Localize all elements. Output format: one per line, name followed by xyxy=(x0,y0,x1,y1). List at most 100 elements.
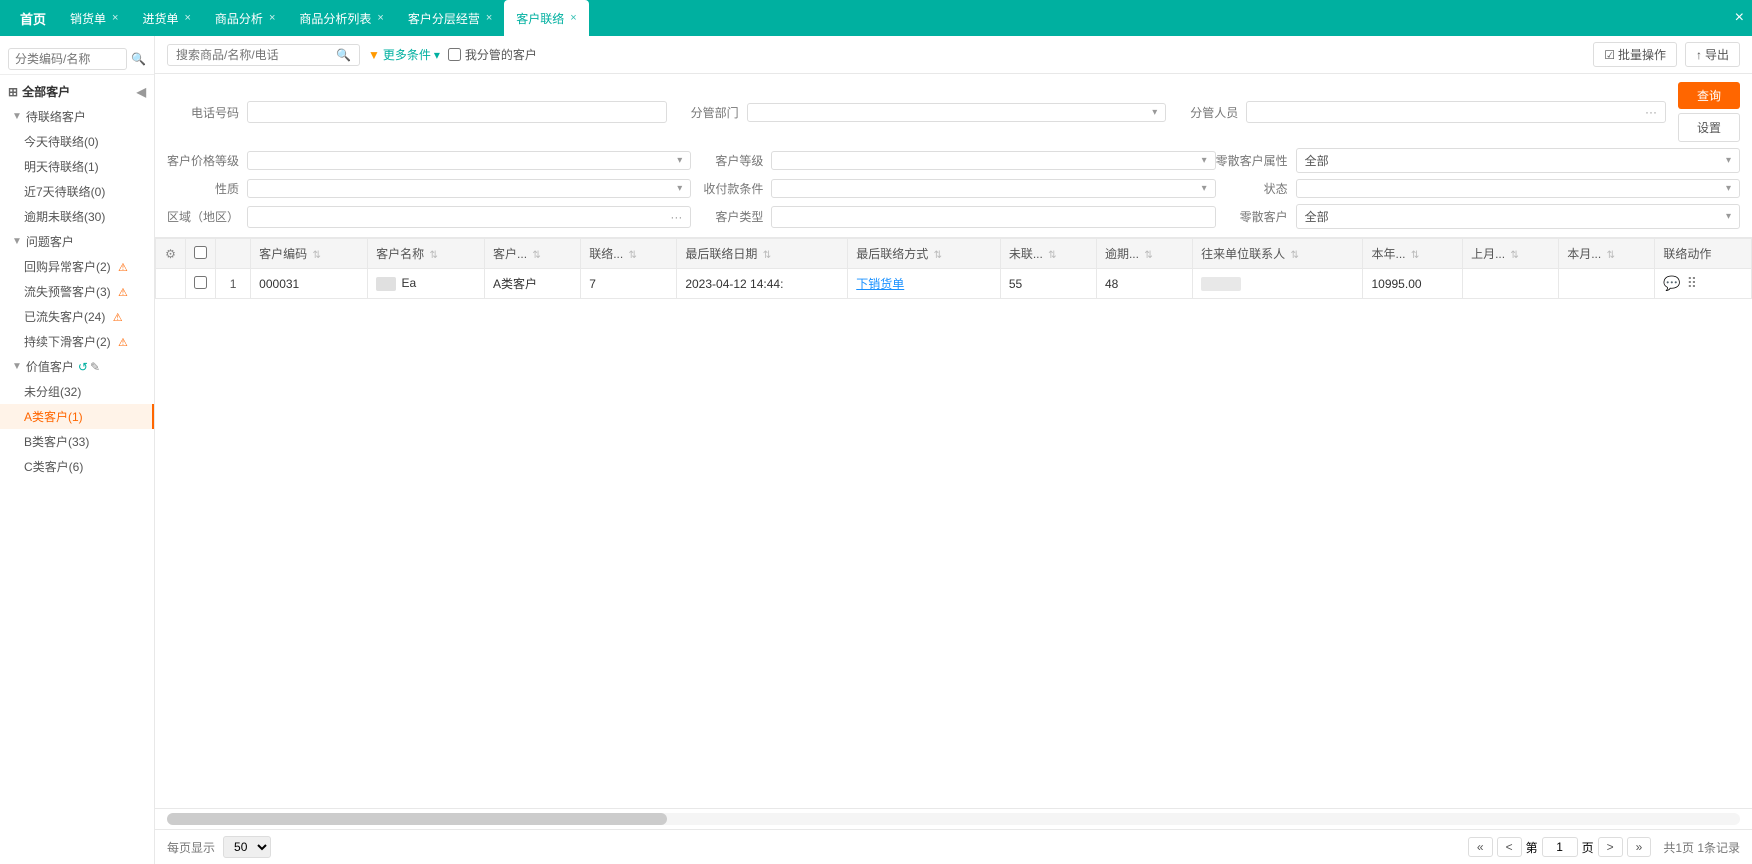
sidebar-item-b-class[interactable]: B类客户(33) xyxy=(0,429,154,454)
adv-dept-field: 分管部门 ▾ xyxy=(667,103,1167,122)
collapse-icon[interactable]: ◀ xyxy=(137,85,146,99)
sidebar-search-icon[interactable]: 🔍 xyxy=(131,52,146,66)
nav-tab-purchase[interactable]: 进货单 × xyxy=(130,0,202,36)
close-purchase-icon[interactable]: × xyxy=(184,12,190,24)
first-page-btn[interactable]: « xyxy=(1468,837,1493,857)
sort-this-year-icon[interactable]: ⇅ xyxy=(1411,250,1419,261)
edit-icon[interactable]: ✎ xyxy=(90,360,100,374)
adv-dept-label: 分管部门 xyxy=(667,104,747,121)
sidebar-item-churned[interactable]: 已流失客户(24) ⚠ xyxy=(0,304,154,329)
page-num-input[interactable] xyxy=(1542,837,1578,857)
adv-status-select[interactable]: ▾ xyxy=(1296,179,1740,198)
sidebar-group-problem[interactable]: ▼ 问题客户 xyxy=(0,229,154,254)
filter-icon: ▼ xyxy=(368,48,380,62)
nav-tab-home[interactable]: 首页 xyxy=(8,0,58,36)
sidebar-item-a-class[interactable]: A类客户(1) xyxy=(0,404,154,429)
sort-overdue-icon[interactable]: ⇅ xyxy=(1144,250,1152,261)
my-customers-checkbox[interactable] xyxy=(448,48,461,61)
dots-icon2[interactable]: ··· xyxy=(670,210,682,224)
filter-more-btn[interactable]: ▼ 更多条件 ▾ xyxy=(368,46,440,63)
row-action-icons: 💬 ⠿ xyxy=(1663,275,1743,292)
adv-customer-type-field: 客户类型 xyxy=(691,206,1215,228)
nav-tab-customer-contact[interactable]: 客户联络 × xyxy=(504,0,588,36)
horizontal-scrollbar[interactable] xyxy=(167,813,1740,825)
nav-tab-analysis-list[interactable]: 商品分析列表 × xyxy=(287,0,395,36)
last-page-btn[interactable]: » xyxy=(1627,837,1652,857)
warning-icon: ⚠ xyxy=(118,262,128,274)
col-header-this-month: 本月... ⇅ xyxy=(1559,239,1655,269)
sidebar-item-today[interactable]: 今天待联络(0) xyxy=(0,129,154,154)
sidebar-all-customers[interactable]: ⊞ 全部客户 ◀ xyxy=(0,79,154,104)
nav-tab-customer-segment[interactable]: 客户分层经营 × xyxy=(396,0,504,36)
close-customer-segment-icon[interactable]: × xyxy=(486,12,492,24)
row-checkbox[interactable] xyxy=(194,276,207,289)
adv-dept-select[interactable]: ▾ xyxy=(747,103,1167,122)
refresh-icon[interactable]: ↺ xyxy=(78,360,88,374)
adv-price-grade-select[interactable]: ▾ xyxy=(247,151,691,170)
sidebar-search-input[interactable] xyxy=(8,48,127,70)
close-sales-icon[interactable]: × xyxy=(112,12,118,24)
adv-customer-grade-field: 客户等级 ▾ xyxy=(691,151,1215,170)
sidebar-item-unclassified[interactable]: 未分组(32) xyxy=(0,379,154,404)
table-row: 1 000031 Ea A类客户 7 2023-04-12 14:44: 下销货… xyxy=(156,269,1752,299)
adv-manager-select[interactable]: ··· xyxy=(1246,101,1666,123)
sidebar-group-waiting[interactable]: ▼ 待联络客户 xyxy=(0,104,154,129)
nav-tab-sales[interactable]: 销货单 × xyxy=(58,0,130,36)
sidebar-item-declining[interactable]: 持续下滑客户(2) ⚠ xyxy=(0,329,154,354)
adv-customer-grade-select[interactable]: ▾ xyxy=(771,151,1215,170)
table-settings-icon[interactable]: ⚙ xyxy=(165,247,176,261)
dots-icon[interactable]: ··· xyxy=(1645,105,1657,119)
sort-last-method-icon[interactable]: ⇅ xyxy=(934,250,942,261)
close-analysis-list-icon[interactable]: × xyxy=(377,12,383,24)
adv-region-select[interactable]: ··· xyxy=(247,206,691,228)
close-customer-contact-icon[interactable]: × xyxy=(570,12,576,24)
sort-code-icon[interactable]: ⇅ xyxy=(313,250,321,261)
chat-icon[interactable]: 💬 xyxy=(1663,275,1680,292)
adv-phone-input[interactable] xyxy=(247,101,667,123)
adv-customer-type-input[interactable] xyxy=(771,206,1215,228)
adv-manager-label: 分管人员 xyxy=(1166,104,1246,121)
next-page-btn[interactable]: > xyxy=(1598,837,1623,857)
query-btn[interactable]: 查询 xyxy=(1678,82,1740,109)
adv-payment-select[interactable]: ▾ xyxy=(771,179,1215,198)
row-contacts-cell xyxy=(1193,269,1363,299)
sort-last-month-icon[interactable]: ⇅ xyxy=(1510,250,1518,261)
sidebar-item-tomorrow[interactable]: 明天待联络(1) xyxy=(0,154,154,179)
filter-search-icon[interactable]: 🔍 xyxy=(336,48,351,62)
sort-unit-icon[interactable]: ⇅ xyxy=(1290,250,1298,261)
sidebar-item-overdue[interactable]: 逾期未联络(30) xyxy=(0,204,154,229)
sidebar-item-7days[interactable]: 近7天待联络(0) xyxy=(0,179,154,204)
close-analysis-icon[interactable]: × xyxy=(269,12,275,24)
export-btn[interactable]: ↑ 导出 xyxy=(1685,42,1740,67)
row-last-method-cell: 下销货单 xyxy=(848,269,1001,299)
sort-type-icon[interactable]: ⇅ xyxy=(532,250,540,261)
sort-contact-count-icon[interactable]: ⇅ xyxy=(629,250,637,261)
row-type-cell: A类客户 xyxy=(485,269,581,299)
close-all-button[interactable]: × xyxy=(1735,9,1744,27)
more-icon[interactable]: ⠿ xyxy=(1687,275,1697,292)
horizontal-scrollbar-thumb[interactable] xyxy=(167,813,667,825)
batch-btn[interactable]: ☑ 批量操作 xyxy=(1593,42,1677,67)
row-actions-cell: 💬 ⠿ xyxy=(1655,269,1752,299)
select-all-checkbox[interactable] xyxy=(194,246,207,259)
last-method-link[interactable]: 下销货单 xyxy=(856,277,904,291)
sort-name-icon[interactable]: ⇅ xyxy=(429,250,437,261)
sidebar-item-churn-warning[interactable]: 流失预警客户(3) ⚠ xyxy=(0,279,154,304)
page-size-label: 每页显示 xyxy=(167,839,215,856)
sidebar-item-c-class[interactable]: C类客户(6) xyxy=(0,454,154,479)
nav-tab-analysis[interactable]: 商品分析 × xyxy=(203,0,287,36)
chevron-down-icon5: ▾ xyxy=(1726,155,1731,166)
sidebar-item-abnormal[interactable]: 回购异常客户(2) ⚠ xyxy=(0,254,154,279)
adv-retail-attr-select[interactable]: 全部 ▾ xyxy=(1296,148,1740,173)
prev-page-btn[interactable]: < xyxy=(1497,837,1522,857)
sort-this-month-icon[interactable]: ⇅ xyxy=(1607,250,1615,261)
adv-nature-field: 性质 ▾ xyxy=(167,179,691,198)
filter-search-input[interactable] xyxy=(176,48,336,62)
page-size-select[interactable]: 50 xyxy=(223,836,271,858)
settings-btn[interactable]: 设置 xyxy=(1678,113,1740,142)
sidebar-group-value[interactable]: ▼ 价值客户 ↺ ✎ xyxy=(0,354,154,379)
sort-no-contact-icon[interactable]: ⇅ xyxy=(1048,250,1056,261)
adv-nature-select[interactable]: ▾ xyxy=(247,179,691,198)
sort-last-date-icon[interactable]: ⇅ xyxy=(763,250,771,261)
adv-retail-customer-select[interactable]: 全部 ▾ xyxy=(1296,204,1740,229)
